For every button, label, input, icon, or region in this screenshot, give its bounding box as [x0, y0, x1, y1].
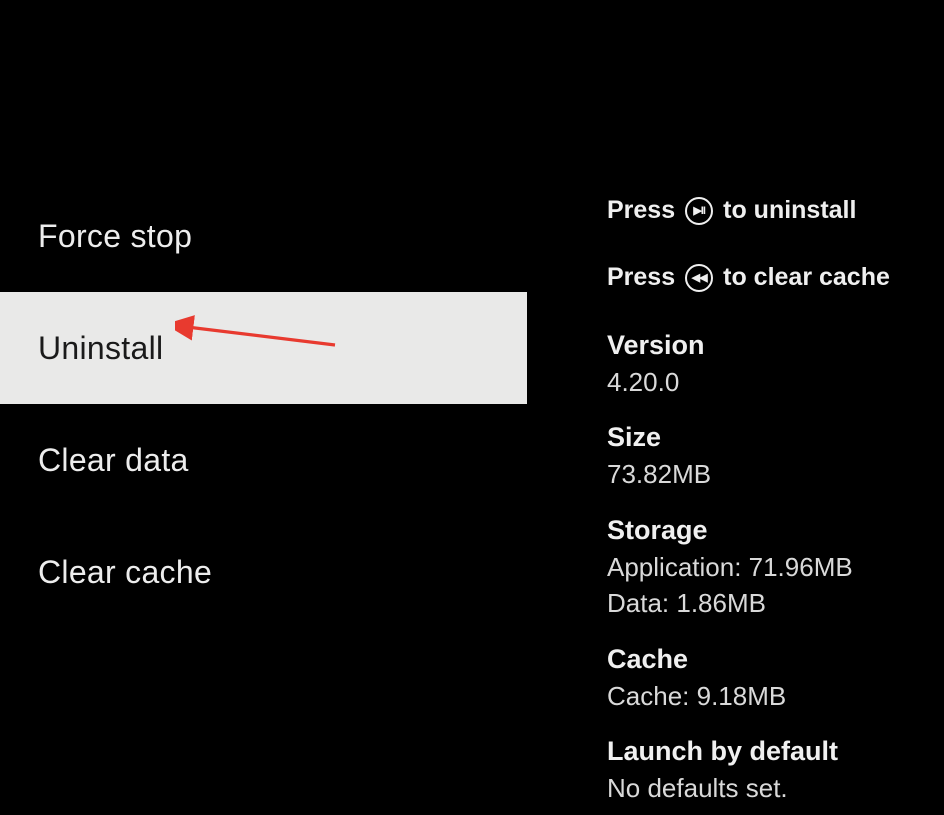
storage-data-value: Data: 1.86MB	[607, 585, 924, 621]
storage-application-value: Application: 71.96MB	[607, 549, 924, 585]
hint-text-pre: Press	[607, 196, 675, 225]
rewind-icon: ◀◀	[685, 264, 713, 292]
menu-item-label: Clear data	[38, 442, 189, 479]
size-block: Size 73.82MB	[607, 422, 924, 492]
actions-menu: Force stop Uninstall Clear data Clear ca…	[0, 0, 527, 815]
launch-default-label: Launch by default	[607, 736, 924, 767]
clear-cache-hint: Press ◀◀ to clear cache	[607, 263, 924, 292]
clear-data-menu-item[interactable]: Clear data	[0, 404, 527, 516]
hint-text-pre: Press	[607, 263, 675, 292]
size-value: 73.82MB	[607, 456, 924, 492]
version-value: 4.20.0	[607, 364, 924, 400]
cache-label: Cache	[607, 644, 924, 675]
version-label: Version	[607, 330, 924, 361]
cache-block: Cache Cache: 9.18MB	[607, 644, 924, 714]
uninstall-menu-item[interactable]: Uninstall	[0, 292, 527, 404]
play-pause-icon: ▶II	[685, 197, 713, 225]
info-panel: Press ▶II to uninstall Press ◀◀ to clear…	[527, 0, 944, 815]
storage-label: Storage	[607, 515, 924, 546]
force-stop-menu-item[interactable]: Force stop	[0, 180, 527, 292]
hint-text-post: to clear cache	[723, 263, 890, 292]
hint-text-post: to uninstall	[723, 196, 856, 225]
menu-item-label: Clear cache	[38, 554, 212, 591]
storage-block: Storage Application: 71.96MB Data: 1.86M…	[607, 515, 924, 622]
size-label: Size	[607, 422, 924, 453]
menu-item-label: Uninstall	[38, 330, 163, 367]
version-block: Version 4.20.0	[607, 330, 924, 400]
menu-item-label: Force stop	[38, 218, 192, 255]
app-settings-screen: Force stop Uninstall Clear data Clear ca…	[0, 0, 944, 815]
launch-default-block: Launch by default No defaults set.	[607, 736, 924, 806]
launch-default-value: No defaults set.	[607, 770, 924, 806]
cache-value: Cache: 9.18MB	[607, 678, 924, 714]
clear-cache-menu-item[interactable]: Clear cache	[0, 516, 527, 628]
uninstall-hint: Press ▶II to uninstall	[607, 196, 924, 225]
